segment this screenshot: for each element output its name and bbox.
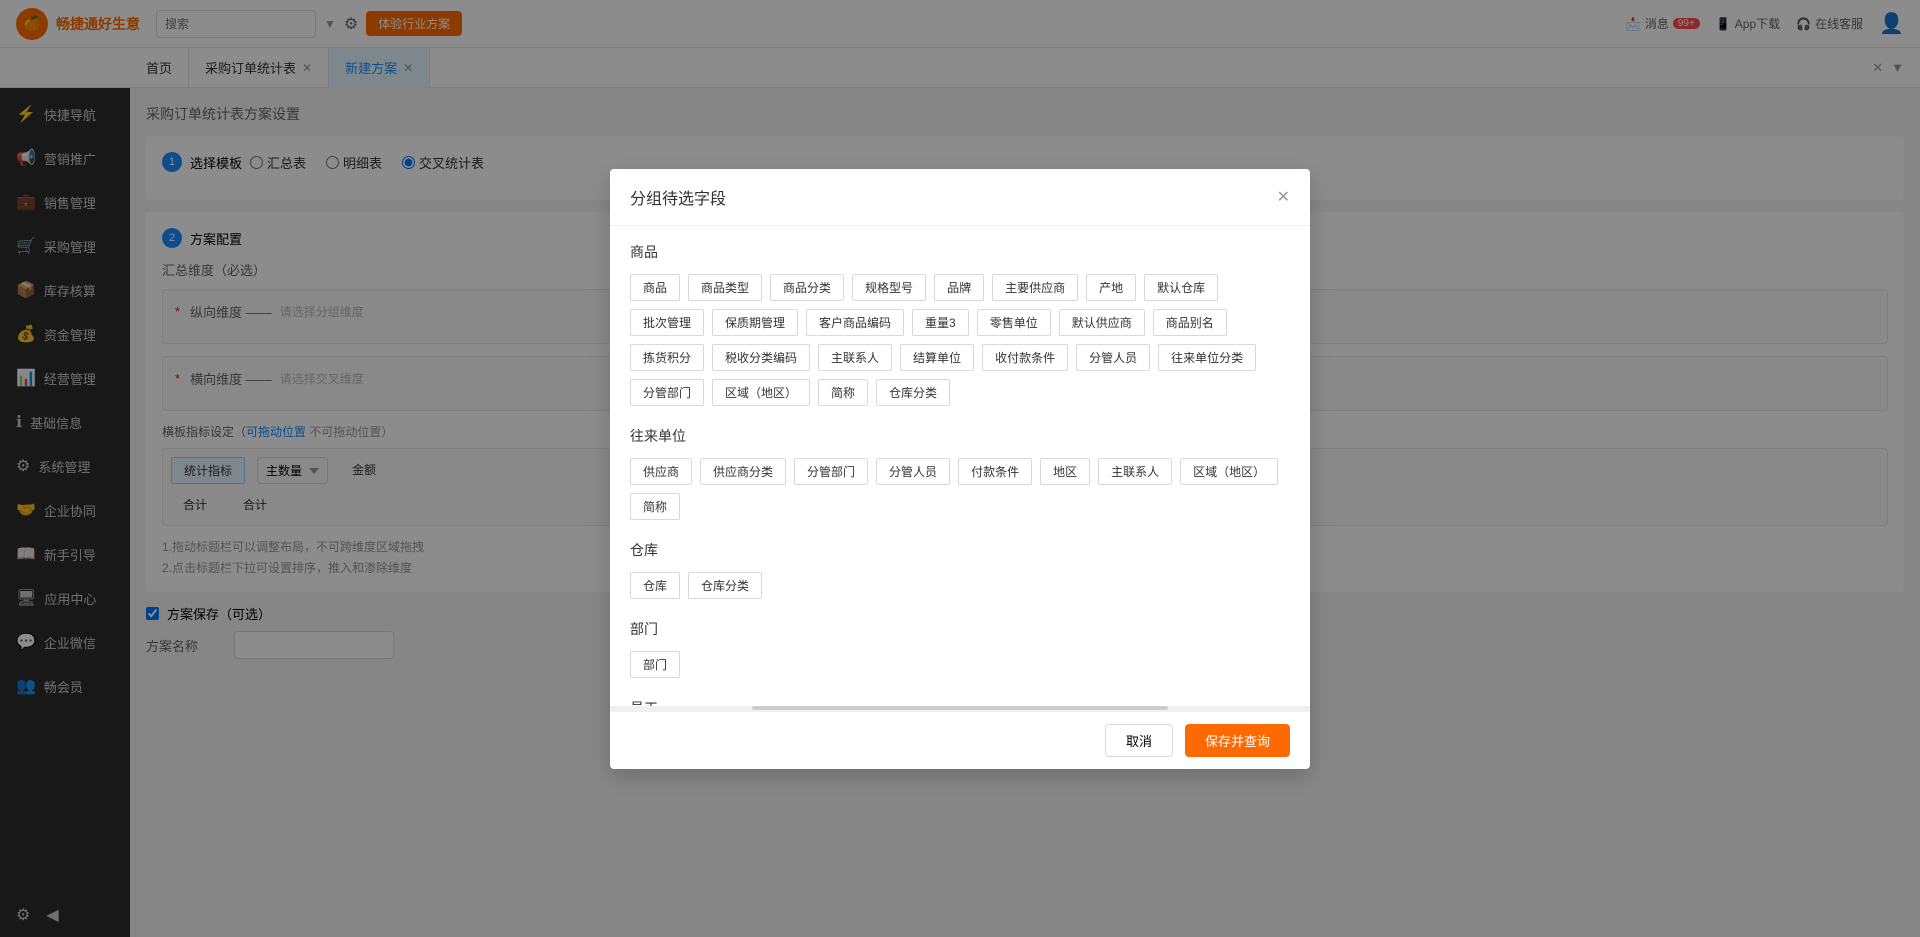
field-tag-default-supplier[interactable]: 默认供应商 xyxy=(1059,309,1145,336)
field-tag-tax-code[interactable]: 税收分类编码 xyxy=(712,344,810,371)
field-tag-managed-person[interactable]: 分管人员 xyxy=(876,458,950,485)
field-tag-expiry-mgmt[interactable]: 保质期管理 xyxy=(712,309,798,336)
product-fields: 商品 商品类型 商品分类 规格型号 品牌 主要供应商 产地 默认仓库 批次管理 … xyxy=(630,274,1290,406)
field-tag-abbr-product[interactable]: 简称 xyxy=(818,379,868,406)
modal-footer: 取消 保存并查询 xyxy=(610,711,1310,769)
field-group-warehouse-title: 仓库 xyxy=(630,540,1290,560)
field-tag-warehouse-cat[interactable]: 仓库分类 xyxy=(688,572,762,599)
field-group-employee-title: 员工 xyxy=(630,698,1290,707)
field-tag-supplier[interactable]: 供应商 xyxy=(630,458,692,485)
field-tag-spec-model[interactable]: 规格型号 xyxy=(852,274,926,301)
field-tag-supervisor[interactable]: 分管人员 xyxy=(1076,344,1150,371)
field-tag-department[interactable]: 部门 xyxy=(630,651,680,678)
field-tag-dept-supervised[interactable]: 分管部门 xyxy=(630,379,704,406)
field-tag-batch-mgmt[interactable]: 批次管理 xyxy=(630,309,704,336)
field-group-product-title: 商品 xyxy=(630,242,1290,262)
field-tag-origin[interactable]: 产地 xyxy=(1086,274,1136,301)
field-tag-retail-unit[interactable]: 零售单位 xyxy=(977,309,1051,336)
field-group-department-title: 部门 xyxy=(630,619,1290,639)
field-tag-product-alias[interactable]: 商品别名 xyxy=(1153,309,1227,336)
field-tag-weight3[interactable]: 重量3 xyxy=(912,309,969,336)
field-tag-product-type[interactable]: 商品类型 xyxy=(688,274,762,301)
modal-body: 商品 商品 商品类型 商品分类 规格型号 品牌 主要供应商 产地 默认仓库 批次… xyxy=(610,226,1310,707)
field-group-department: 部门 部门 xyxy=(630,619,1290,678)
field-tag-brand[interactable]: 品牌 xyxy=(934,274,984,301)
field-tag-region-party[interactable]: 区域（地区） xyxy=(1180,458,1278,485)
modal-overlay: 分组待选字段 ✕ 商品 商品 商品类型 商品分类 规格型号 品牌 主要供应商 产… xyxy=(0,0,1920,937)
field-tag-abbr-party[interactable]: 简称 xyxy=(630,493,680,520)
field-group-party-title: 往来单位 xyxy=(630,426,1290,446)
field-group-product: 商品 商品 商品类型 商品分类 规格型号 品牌 主要供应商 产地 默认仓库 批次… xyxy=(630,242,1290,406)
confirm-button[interactable]: 保存并查询 xyxy=(1185,724,1290,757)
field-select-modal: 分组待选字段 ✕ 商品 商品 商品类型 商品分类 规格型号 品牌 主要供应商 产… xyxy=(610,169,1310,769)
field-tag-supplier-category[interactable]: 供应商分类 xyxy=(700,458,786,485)
field-tag-main-supplier[interactable]: 主要供应商 xyxy=(992,274,1078,301)
field-tag-main-contact[interactable]: 主联系人 xyxy=(818,344,892,371)
modal-close-btn[interactable]: ✕ xyxy=(1277,187,1290,207)
party-fields: 供应商 供应商分类 分管部门 分管人员 付款条件 地区 主联系人 区域（地区） … xyxy=(630,458,1290,520)
field-tag-region-product[interactable]: 区域（地区） xyxy=(712,379,810,406)
warehouse-fields: 仓库 仓库分类 xyxy=(630,572,1290,599)
field-tag-product-category[interactable]: 商品分类 xyxy=(770,274,844,301)
field-tag-payment-cond[interactable]: 付款条件 xyxy=(958,458,1032,485)
field-tag-main-contact-party[interactable]: 主联系人 xyxy=(1098,458,1172,485)
field-tag-warehouse-category[interactable]: 仓库分类 xyxy=(876,379,950,406)
field-tag-product[interactable]: 商品 xyxy=(630,274,680,301)
field-tag-settlement-unit[interactable]: 结算单位 xyxy=(900,344,974,371)
cancel-button[interactable]: 取消 xyxy=(1105,724,1173,757)
modal-title: 分组待选字段 xyxy=(630,185,726,209)
field-group-party: 往来单位 供应商 供应商分类 分管部门 分管人员 付款条件 地区 主联系人 区域… xyxy=(630,426,1290,520)
field-tag-area[interactable]: 地区 xyxy=(1040,458,1090,485)
field-tag-managed-dept[interactable]: 分管部门 xyxy=(794,458,868,485)
field-tag-pick-points[interactable]: 拣货积分 xyxy=(630,344,704,371)
modal-header: 分组待选字段 ✕ xyxy=(610,169,1310,226)
field-tag-default-warehouse[interactable]: 默认仓库 xyxy=(1144,274,1218,301)
field-tag-warehouse[interactable]: 仓库 xyxy=(630,572,680,599)
field-group-warehouse: 仓库 仓库 仓库分类 xyxy=(630,540,1290,599)
department-fields: 部门 xyxy=(630,651,1290,678)
field-tag-payment-terms[interactable]: 收付款条件 xyxy=(982,344,1068,371)
field-tag-customer-code[interactable]: 客户商品编码 xyxy=(806,309,904,336)
field-group-employee: 员工 业务员 xyxy=(630,698,1290,707)
field-tag-party-category[interactable]: 往来单位分类 xyxy=(1158,344,1256,371)
